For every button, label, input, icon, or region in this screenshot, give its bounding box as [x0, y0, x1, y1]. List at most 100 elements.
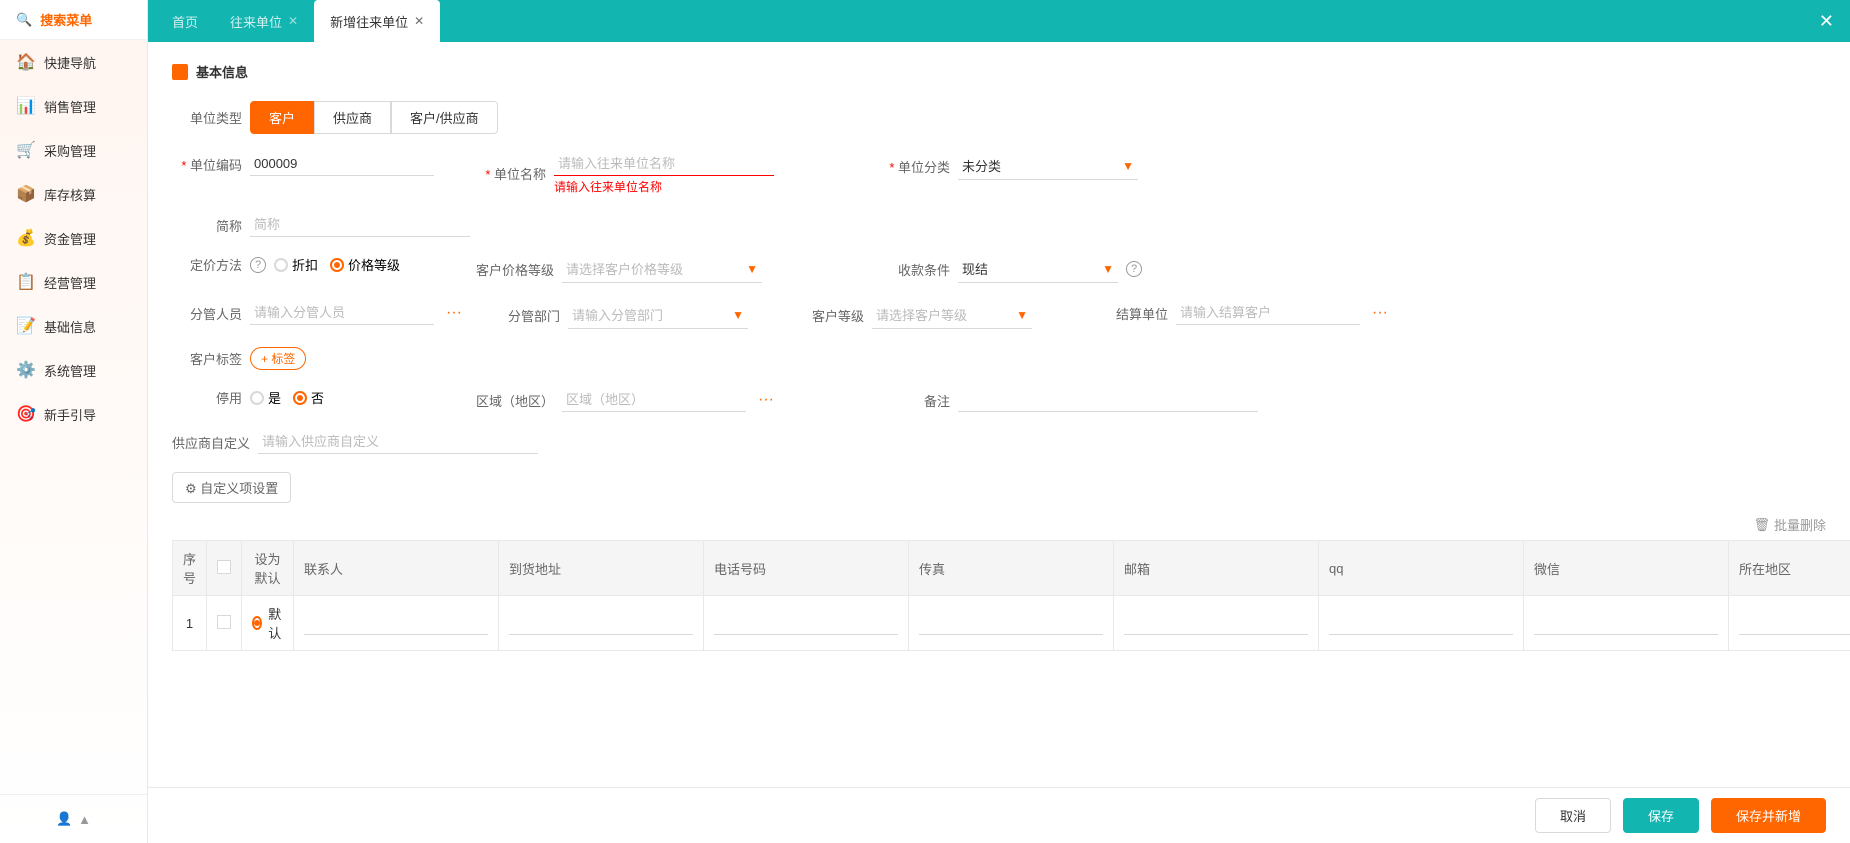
customer-tag-field: 客户标签 + 标签	[172, 347, 452, 370]
region-field: 区域（地区） ···	[476, 388, 856, 412]
row-address-input[interactable]	[509, 611, 693, 635]
unit-type-customer-btn[interactable]: 客户	[250, 101, 314, 134]
sidebar-item-guide[interactable]: 🎯 新手引导	[0, 392, 147, 436]
pricing-help-icon[interactable]: ?	[250, 257, 266, 273]
row-wechat-input[interactable]	[1534, 611, 1718, 635]
sidebar-item-system[interactable]: ⚙️ 系统管理	[0, 348, 147, 392]
customer-price-level-select[interactable]: 请选择客户价格等级 ▼	[562, 255, 762, 283]
payment-help-icon[interactable]: ?	[1126, 261, 1142, 277]
row-checkbox-cell	[207, 596, 242, 651]
sidebar-item-label: 系统管理	[44, 361, 96, 380]
pricing-level-radio[interactable]	[330, 258, 344, 272]
pricing-level-option[interactable]: 价格等级	[330, 255, 400, 274]
customer-price-level-placeholder: 请选择客户价格等级	[566, 259, 683, 278]
disabled-no-option[interactable]: 否	[293, 388, 324, 407]
supplier-custom-label: 供应商自定义	[172, 433, 250, 452]
sidebar-item-sales[interactable]: 📊 销售管理	[0, 84, 147, 128]
save-new-button[interactable]: 保存并新增	[1711, 798, 1826, 833]
manager-input[interactable]	[250, 301, 434, 325]
payment-terms-select[interactable]: 现结 ▼	[958, 255, 1118, 283]
row-email-input[interactable]	[1124, 611, 1308, 635]
row-qq-input[interactable]	[1329, 611, 1513, 635]
custom-settings-btn[interactable]: ⚙ 自定义项设置	[172, 472, 291, 503]
sidebar-item-inventory[interactable]: 📦 库存核算	[0, 172, 147, 216]
row-fax-input[interactable]	[919, 611, 1103, 635]
search-icon: 🔍	[16, 12, 32, 28]
basic-icon: 📝	[16, 316, 36, 336]
payment-terms-field: 收款条件 现结 ▼ ?	[880, 255, 1160, 283]
batch-delete-label[interactable]: 批量删除	[1774, 515, 1826, 534]
pricing-method-field: 定价方法 ? 折扣 价格等级	[172, 255, 452, 274]
pricing-discount-radio[interactable]	[274, 258, 288, 272]
sidebar-item-operations[interactable]: 📋 经营管理	[0, 260, 147, 304]
tab-partners-close[interactable]: ✕	[288, 14, 298, 28]
select-all-checkbox[interactable]	[217, 560, 231, 574]
row-fax	[909, 596, 1114, 651]
settlement-dots[interactable]: ···	[1368, 304, 1392, 322]
short-name-input[interactable]	[250, 213, 470, 237]
sidebar-item-purchase[interactable]: 🛒 采购管理	[0, 128, 147, 172]
pricing-row: 定价方法 ? 折扣 价格等级 客户价格等级 请选择客户价格等级	[172, 255, 1826, 283]
tab-partners[interactable]: 往来单位 ✕	[214, 0, 314, 42]
department-arrow: ▼	[732, 308, 744, 322]
sidebar-bottom-user[interactable]: 👤 ▲	[0, 803, 147, 835]
tab-home[interactable]: 首页	[156, 0, 214, 42]
tab-new-partner-close[interactable]: ✕	[414, 14, 424, 28]
tab-new-partner[interactable]: 新增往来单位 ✕	[314, 0, 440, 42]
sidebar-item-basic[interactable]: 📝 基础信息	[0, 304, 147, 348]
row-default-radio-item[interactable]: 默认	[252, 604, 283, 642]
unit-type-group: 客户 供应商 客户/供应商	[250, 101, 498, 134]
remark-input[interactable]	[958, 388, 1258, 412]
region-input[interactable]	[562, 388, 746, 412]
payment-terms-value: 现结	[962, 259, 988, 278]
sidebar-bottom: 👤 ▲	[0, 794, 147, 843]
disabled-yes-option[interactable]: 是	[250, 388, 281, 407]
tab-bar: 首页 往来单位 ✕ 新增往来单位 ✕ ✕	[148, 0, 1850, 42]
table-row: 1 默认	[173, 596, 1850, 651]
unit-code-label: 单位编码	[172, 155, 242, 174]
row-default-radio[interactable]	[252, 616, 262, 630]
sidebar-item-quick-nav[interactable]: 🏠 快捷导航	[0, 40, 147, 84]
disabled-no-label: 否	[311, 388, 324, 407]
disabled-region-row: 停用 是 否 区域（地区） ··· 备注	[172, 388, 1826, 412]
customer-tag-add-btn[interactable]: + 标签	[250, 347, 306, 370]
row-checkbox[interactable]	[217, 615, 231, 629]
pricing-method-label: 定价方法	[172, 255, 242, 274]
supplier-custom-input[interactable]	[258, 430, 538, 454]
department-select[interactable]: 请输入分管部门 ▼	[568, 301, 748, 329]
supplier-custom-field: 供应商自定义	[172, 430, 552, 454]
customer-level-select[interactable]: 请选择客户等级 ▼	[872, 301, 1032, 329]
search-menu[interactable]: 🔍 搜索菜单	[0, 0, 147, 40]
unit-type-row: 单位类型 客户 供应商 客户/供应商	[172, 101, 1826, 134]
disabled-no-radio[interactable]	[293, 391, 307, 405]
customer-level-arrow: ▼	[1016, 308, 1028, 322]
tab-new-partner-label: 新增往来单位	[330, 12, 408, 31]
region-dots[interactable]: ···	[754, 391, 778, 409]
row-default-label: 默认	[266, 604, 283, 642]
short-name-field: 简称	[172, 213, 470, 237]
pricing-discount-option[interactable]: 折扣	[274, 255, 318, 274]
unit-type-both-btn[interactable]: 客户/供应商	[391, 101, 498, 134]
settlement-unit-input[interactable]	[1176, 301, 1360, 325]
row-contact-input[interactable]	[304, 611, 488, 635]
operations-icon: 📋	[16, 272, 36, 292]
sidebar-item-finance[interactable]: 💰 资金管理	[0, 216, 147, 260]
cancel-button[interactable]: 取消	[1535, 798, 1611, 833]
remark-label: 备注	[880, 391, 950, 410]
unit-name-label: 单位名称	[476, 164, 546, 183]
save-button[interactable]: 保存	[1623, 798, 1699, 833]
batch-delete: 🗑 批量删除	[172, 515, 1826, 534]
unit-category-select[interactable]: 未分类 ▼	[958, 152, 1138, 180]
manager-dots[interactable]: ···	[442, 304, 466, 322]
unit-type-supplier-btn[interactable]: 供应商	[314, 101, 391, 134]
unit-code-input[interactable]	[250, 152, 434, 176]
section-title: 基本信息	[172, 62, 1826, 81]
row-phone-input[interactable]	[714, 611, 898, 635]
unit-name-input[interactable]	[554, 152, 774, 176]
tab-bar-close[interactable]: ✕	[1811, 11, 1842, 32]
sidebar-item-label: 基础信息	[44, 317, 96, 336]
row-location-input[interactable]	[1739, 611, 1850, 635]
disabled-yes-radio[interactable]	[250, 391, 264, 405]
batch-delete-icon: 🗑	[1753, 517, 1770, 533]
row-address	[499, 596, 704, 651]
